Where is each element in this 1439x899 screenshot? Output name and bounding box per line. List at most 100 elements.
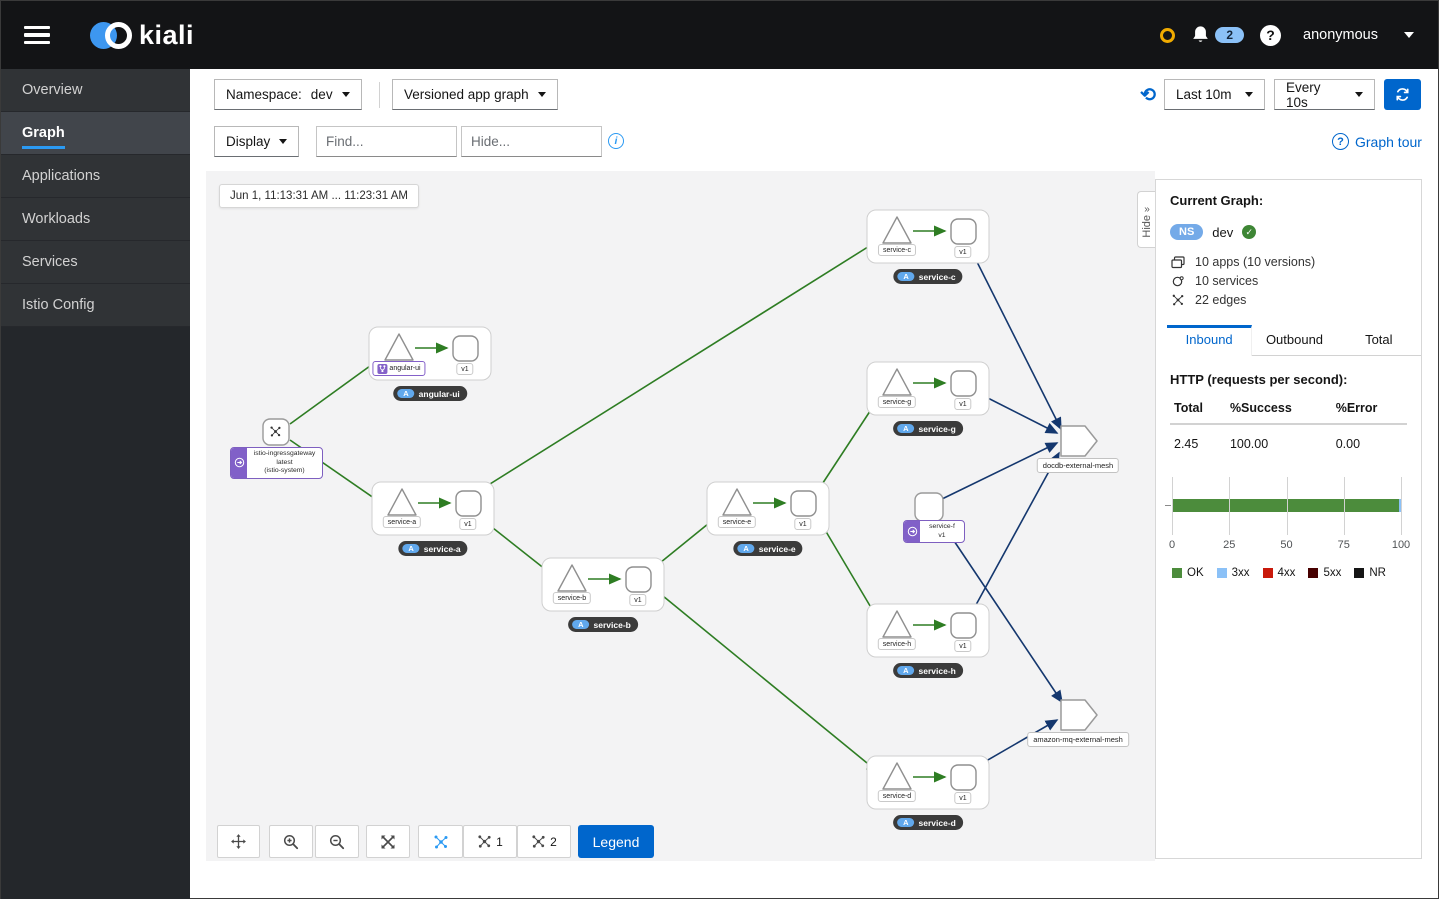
http-table: Total %Success %Error 2.45 100.00 0.00	[1170, 397, 1407, 455]
chevron-down-icon	[1355, 92, 1363, 97]
user-caret-down-icon[interactable]	[1404, 32, 1414, 38]
double-chevron-right-icon: »	[1144, 203, 1150, 215]
http-error-value: 0.00	[1335, 437, 1361, 451]
chart-legend-item: 4xx	[1262, 567, 1295, 579]
app-window: kiali 2 ? anonymous Overview Graph Applica…	[0, 0, 1439, 899]
external-service-node-amazon-mq-external-mesh[interactable]	[1060, 699, 1098, 731]
validation-check-icon: ✓	[1242, 225, 1257, 239]
sidebar-item-label: Workloads	[22, 211, 91, 227]
sidebar-item-label: Istio Config	[22, 297, 95, 313]
kiali-logo[interactable]: kiali	[90, 20, 194, 51]
workload-node-istio-ingressgateway[interactable]	[262, 418, 290, 446]
external-service-node-docdb-external-mesh[interactable]	[1060, 425, 1098, 457]
sidebar-item-applications[interactable]: Applications	[1, 155, 190, 198]
hide-tab-label: Hide	[1141, 214, 1153, 238]
question-circle-icon: ?	[1332, 133, 1349, 150]
sidebar-item-istio-config[interactable]: Istio Config	[1, 284, 190, 327]
chart-y-tick	[1165, 505, 1171, 506]
namespace-label: Namespace:	[226, 87, 302, 102]
fit-to-screen-button[interactable]	[366, 825, 410, 858]
version-node-service-b-v1[interactable]	[625, 566, 652, 593]
notification-badge[interactable]: 2	[1215, 27, 1245, 43]
tab-outbound[interactable]: Outbound	[1252, 325, 1337, 356]
chart-legend: OK 3xx 4xx 5xx NR	[1172, 567, 1407, 579]
chart-legend-item: 3xx	[1216, 567, 1250, 579]
namespace-value: dev	[310, 87, 333, 102]
display-label: Display	[226, 134, 271, 149]
summary-title: Current Graph:	[1170, 193, 1264, 208]
mesh-status-icon[interactable]	[1160, 27, 1176, 43]
sidebar-item-graph[interactable]: Graph	[1, 112, 190, 155]
brand-name: kiali	[139, 19, 195, 50]
legend-swatch-icon	[1216, 568, 1227, 578]
chevron-down-icon	[1245, 92, 1253, 97]
time-history-icon[interactable]: ⟲	[1140, 84, 1156, 107]
tab-total[interactable]: Total	[1336, 325, 1421, 356]
version-node-service-e-v1[interactable]	[790, 490, 817, 517]
zoom-in-button[interactable]	[269, 825, 313, 858]
graph-edge-http[interactable]	[651, 586, 880, 774]
graph-edge-http[interactable]	[814, 397, 879, 496]
sidebar-item-services[interactable]: Services	[1, 241, 190, 284]
graph-edge-http[interactable]	[289, 357, 383, 425]
user-menu[interactable]: anonymous	[1303, 27, 1378, 43]
layout-2-label: 2	[550, 834, 557, 849]
help-icon[interactable]: ?	[1260, 24, 1282, 46]
find-input[interactable]	[316, 126, 457, 157]
logo-circle-right	[105, 21, 132, 49]
legend-swatch-icon	[1262, 568, 1273, 578]
apps-icon	[1170, 255, 1185, 269]
version-node-service-a-v1[interactable]	[455, 490, 482, 517]
version-node-service-h-v1[interactable]	[950, 612, 977, 639]
duration-dropdown[interactable]: Last 10m	[1164, 79, 1265, 110]
display-dropdown[interactable]: Display	[214, 126, 300, 157]
sidebar-item-overview[interactable]: Overview	[1, 69, 190, 112]
graph-type-dropdown[interactable]: Versioned app graph	[392, 79, 558, 110]
sidebar-item-label: Applications	[22, 168, 101, 184]
version-node-angular-ui-v1[interactable]	[452, 335, 479, 362]
bell-icon[interactable]	[1191, 25, 1210, 45]
summary-tabs: Inbound Outbound Total	[1167, 325, 1421, 356]
version-node-service-c-v1[interactable]	[950, 218, 977, 245]
summary-namespace[interactable]: dev	[1212, 225, 1233, 240]
hide-input[interactable]	[461, 126, 602, 157]
http-title: HTTP (requests per second):	[1170, 372, 1348, 387]
expand-arrows-icon	[381, 835, 395, 848]
graph-layout-icon	[478, 835, 491, 848]
refresh-interval-dropdown[interactable]: Every 10s	[1274, 79, 1375, 110]
namespace-dropdown[interactable]: Namespace: dev	[214, 79, 362, 110]
version-node-service-d-v1[interactable]	[950, 764, 977, 791]
refresh-button[interactable]	[1384, 79, 1421, 110]
refresh-interval-value: Every 10s	[1286, 79, 1321, 110]
hamburger-icon[interactable]	[24, 26, 50, 44]
graph-tour-label: Graph tour	[1355, 133, 1422, 150]
graph-layout-icon	[434, 835, 447, 848]
graph-edge-tcp[interactable]	[941, 442, 1059, 500]
summary-hide-tab[interactable]: » Hide	[1137, 191, 1156, 248]
graph-edge-http[interactable]	[289, 439, 386, 506]
chart-x-tick-label: 25	[1223, 539, 1236, 551]
layout-default-button[interactable]	[418, 825, 463, 858]
graph-edge-http[interactable]	[473, 239, 881, 495]
pan-button[interactable]	[217, 825, 260, 858]
workload-node-service-f[interactable]	[914, 492, 944, 522]
chart-legend-item: NR	[1354, 567, 1386, 579]
chart-gridline	[1229, 477, 1231, 535]
graph-edge-tcp[interactable]	[970, 451, 1060, 615]
legend-button[interactable]: Legend	[578, 825, 654, 858]
graph-tour-link[interactable]: ? Graph tour	[1332, 133, 1422, 150]
info-icon[interactable]: i	[608, 133, 624, 149]
chevron-down-icon	[279, 139, 288, 144]
chevron-down-icon	[341, 92, 350, 97]
chart-x-tick-label: 0	[1168, 539, 1176, 551]
tab-inbound[interactable]: Inbound	[1167, 325, 1253, 356]
graph-canvas[interactable]: angular-ui v1 Aangular-ui service-a v1 Aservi…	[206, 171, 1155, 861]
layout-1-button[interactable]: 1	[463, 825, 517, 858]
version-node-service-g-v1[interactable]	[950, 370, 977, 397]
zoom-out-button[interactable]	[315, 825, 359, 858]
chart-gridline	[1401, 477, 1402, 535]
sidebar-nav: Overview Graph Applications Workloads Servic…	[1, 69, 190, 899]
sidebar-item-workloads[interactable]: Workloads	[1, 198, 190, 241]
legend-swatch-icon	[1172, 568, 1182, 578]
layout-2-button[interactable]: 2	[517, 825, 571, 858]
